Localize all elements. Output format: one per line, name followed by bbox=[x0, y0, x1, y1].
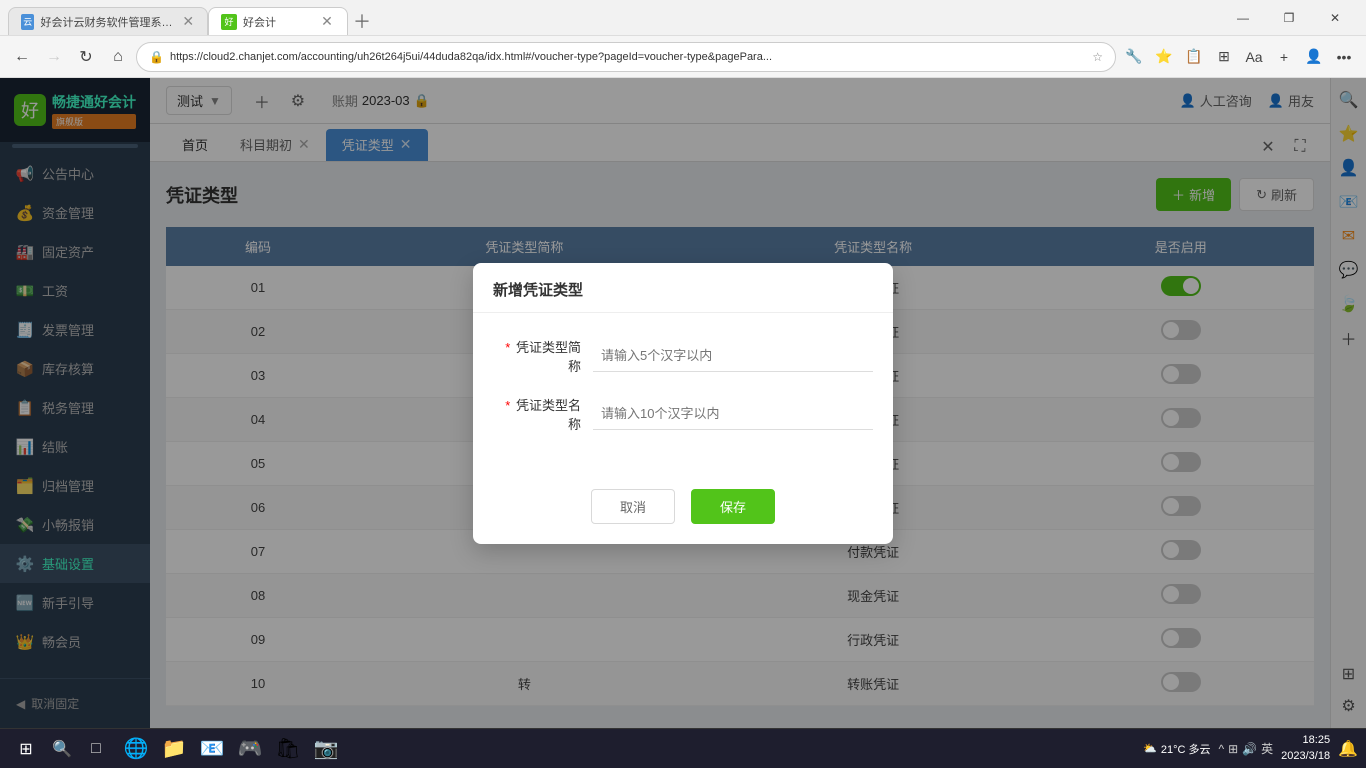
window-controls: — ❐ ✕ bbox=[1220, 0, 1358, 36]
taskbar-app-edge[interactable]: 🌐 bbox=[118, 731, 154, 767]
minimize-button[interactable]: — bbox=[1220, 0, 1266, 36]
modal-title: 新增凭证类型 bbox=[493, 279, 583, 300]
collections-button[interactable]: 📋 bbox=[1180, 43, 1208, 71]
cancel-button[interactable]: 取消 bbox=[591, 489, 675, 524]
read-aloud-button[interactable]: Aa bbox=[1240, 43, 1268, 71]
required-star-name: * bbox=[505, 398, 510, 413]
extensions-button[interactable]: 🔧 bbox=[1120, 43, 1148, 71]
close-button[interactable]: ✕ bbox=[1312, 0, 1358, 36]
clock-time: 18:25 bbox=[1281, 733, 1330, 748]
back-button[interactable]: ← bbox=[8, 43, 36, 71]
ssl-icon: 🔒 bbox=[149, 50, 164, 64]
taskbar-app-explorer[interactable]: 📁 bbox=[156, 731, 192, 767]
short-label: * 凭证类型简称 bbox=[493, 337, 593, 375]
taskbar-app-mail[interactable]: 📧 bbox=[194, 731, 230, 767]
weather-icon: ⛅ bbox=[1143, 742, 1157, 755]
weather-temp: 21°C 多云 bbox=[1161, 741, 1211, 757]
name-label: * 凭证类型名称 bbox=[493, 395, 593, 433]
tray-volume-icon[interactable]: 🔊 bbox=[1242, 742, 1257, 756]
modal-overlay: 新增凭证类型 * 凭证类型简称 * bbox=[150, 78, 1330, 728]
profile-button[interactable]: 👤 bbox=[1300, 43, 1328, 71]
tab-title-2: 好会计 bbox=[243, 14, 276, 30]
form-row-short: * 凭证类型简称 bbox=[493, 337, 873, 375]
tray-up-icon[interactable]: ^ bbox=[1218, 742, 1224, 756]
favorites-button[interactable]: ⭐ bbox=[1150, 43, 1178, 71]
browser-titlebar: 云 好会计云财务软件管理系统_会计 ✕ 好 好会计 ✕ ＋ — ❐ ✕ bbox=[0, 0, 1366, 36]
modal-body: * 凭证类型简称 * 凭证类型名称 bbox=[473, 313, 893, 477]
weather-info: ⛅ 21°C 多云 bbox=[1143, 741, 1210, 757]
add-to-button[interactable]: + bbox=[1270, 43, 1298, 71]
maximize-button[interactable]: ❐ bbox=[1266, 0, 1312, 36]
browser-tabs: 云 好会计云财务软件管理系统_会计 ✕ 好 好会计 ✕ ＋ bbox=[8, 0, 376, 35]
browser-tab-1[interactable]: 云 好会计云财务软件管理系统_会计 ✕ bbox=[8, 7, 208, 35]
new-tab-button[interactable]: ＋ bbox=[348, 7, 376, 35]
notification-button[interactable]: 🔔 bbox=[1338, 739, 1358, 759]
taskbar-clock[interactable]: 18:25 2023/3/18 bbox=[1281, 733, 1330, 764]
tray-lang[interactable]: 英 bbox=[1261, 740, 1273, 757]
main-content: 测试 ▼ ＋ ⚙ 账期 2023-03 🔒 👤 人工咨询 bbox=[150, 78, 1330, 728]
taskbar-app-game[interactable]: 🎮 bbox=[232, 731, 268, 767]
address-bar[interactable]: 🔒 https://cloud2.chanjet.com/accounting/… bbox=[136, 42, 1116, 72]
taskbar-systray: ^ ⊞ 🔊 英 bbox=[1218, 740, 1273, 757]
taskbar-search[interactable]: 🔍 bbox=[46, 733, 78, 765]
tab-favicon-1: 云 bbox=[21, 14, 34, 30]
taskbar-app-store[interactable]: 🛍 bbox=[270, 731, 306, 767]
tray-wifi-icon[interactable]: ⊞ bbox=[1228, 742, 1238, 756]
url-text: https://cloud2.chanjet.com/accounting/uh… bbox=[170, 51, 1086, 63]
taskbar: ⊞ 🔍 □ 🌐 📁 📧 🎮 🛍 📷 ⛅ 21°C 多云 ^ ⊞ 🔊 英 1 bbox=[0, 728, 1366, 768]
tab-close-2[interactable]: ✕ bbox=[319, 14, 335, 30]
name-input[interactable] bbox=[593, 398, 873, 430]
taskbar-right: ⛅ 21°C 多云 ^ ⊞ 🔊 英 18:25 2023/3/18 🔔 bbox=[1143, 733, 1358, 764]
required-star-short: * bbox=[505, 340, 510, 355]
tab-close-1[interactable]: ✕ bbox=[182, 14, 195, 30]
app-wrapper: 好 畅捷通好会计 旗舰版 📢 公告中心 💰 资金管理 bbox=[0, 78, 1366, 728]
modal-footer: 取消 保存 bbox=[473, 477, 893, 544]
home-button[interactable]: ⌂ bbox=[104, 43, 132, 71]
taskbar-view[interactable]: □ bbox=[80, 733, 112, 765]
reload-button[interactable]: ↻ bbox=[72, 43, 100, 71]
more-button[interactable]: ••• bbox=[1330, 43, 1358, 71]
split-view-button[interactable]: ⊞ bbox=[1210, 43, 1238, 71]
form-row-name: * 凭证类型名称 bbox=[493, 395, 873, 433]
taskbar-app-photos[interactable]: 📷 bbox=[308, 731, 344, 767]
bookmark-icon[interactable]: ☆ bbox=[1092, 50, 1103, 64]
browser-tab-2[interactable]: 好 好会计 ✕ bbox=[208, 7, 348, 35]
start-button[interactable]: ⊞ bbox=[8, 731, 44, 767]
browser-toolbar: ← → ↻ ⌂ 🔒 https://cloud2.chanjet.com/acc… bbox=[0, 36, 1366, 78]
save-button[interactable]: 保存 bbox=[691, 489, 775, 524]
taskbar-apps: 🌐 📁 📧 🎮 🛍 📷 bbox=[118, 731, 344, 767]
add-voucher-type-modal: 新增凭证类型 * 凭证类型简称 * bbox=[473, 263, 893, 544]
forward-button[interactable]: → bbox=[40, 43, 68, 71]
modal-header: 新增凭证类型 bbox=[473, 263, 893, 313]
toolbar-actions: 🔧 ⭐ 📋 ⊞ Aa + 👤 ••• bbox=[1120, 43, 1358, 71]
browser-frame: 云 好会计云财务软件管理系统_会计 ✕ 好 好会计 ✕ ＋ — ❐ ✕ ← → … bbox=[0, 0, 1366, 768]
clock-date: 2023/3/18 bbox=[1281, 749, 1330, 764]
tab-favicon-2: 好 bbox=[221, 14, 237, 30]
tab-title-1: 好会计云财务软件管理系统_会计 bbox=[40, 14, 175, 30]
short-input[interactable] bbox=[593, 340, 873, 372]
